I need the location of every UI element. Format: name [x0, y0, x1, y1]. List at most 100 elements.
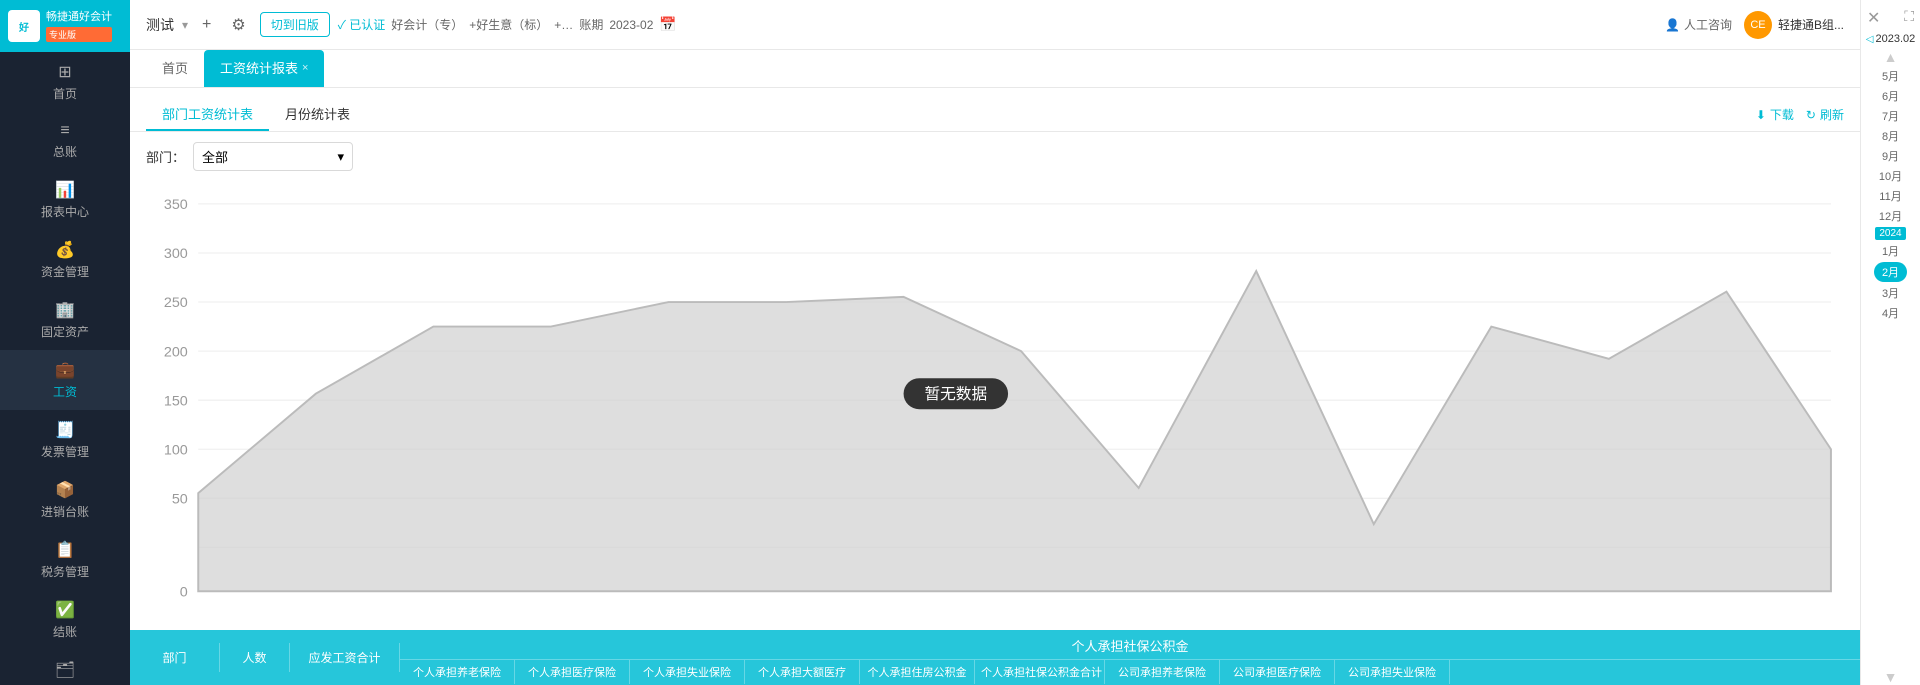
sidebar-item-settle[interactable]: ✅ 结账 [0, 590, 130, 650]
rp-month-12[interactable]: 12月 [1875, 207, 1906, 225]
sidebar-item-archive[interactable]: 🗂 归档管理 [0, 650, 130, 685]
avatar: CE [1744, 11, 1772, 39]
download-label: 下载 [1770, 106, 1794, 123]
svg-text:暂无数据: 暂无数据 [924, 385, 987, 403]
svg-text:350: 350 [164, 197, 188, 213]
rp-month-4[interactable]: 4月 [1878, 304, 1903, 322]
download-button[interactable]: ⬇ 下载 [1756, 106, 1794, 123]
th-dept: 部门 [130, 643, 220, 672]
sidebar-item-label: 固定资产 [41, 323, 89, 340]
tag-haokuaiji: 好会计（专） [391, 16, 463, 33]
svg-text:100: 100 [164, 442, 188, 458]
tax-icon: 📋 [55, 540, 75, 560]
rp-month-9[interactable]: 9月 [1878, 147, 1903, 165]
th-housing-fund: 个人承担住房公积金 [860, 660, 975, 684]
salary-chart: 350 300 250 200 150 100 50 0 暂无数据 [146, 191, 1844, 630]
logo-badge: 专业版 [46, 27, 112, 42]
salary-icon: 💼 [55, 360, 75, 380]
service-button[interactable]: 👤 人工咨询 [1665, 16, 1732, 33]
rp-month-11[interactable]: 11月 [1875, 187, 1905, 205]
period-value: 2023-02 [609, 18, 653, 32]
th-group-label: 个人承担社保公积金 [400, 632, 1860, 660]
th-personal-group: 个人承担社保公积金 个人承担养老保险 个人承担医疗保险 个人承担失业保险 个人承… [400, 632, 1860, 684]
rp-current-date: 2023.02 [1875, 33, 1915, 45]
sidebar-item-label: 资金管理 [41, 263, 89, 280]
topbar-dropdown-arrow[interactable]: ▾ [182, 18, 188, 32]
right-panel: ✕ ⛶ ◁ 2023.02 ▲ 5月 6月 7月 8月 9月 10月 11月 1… [1860, 0, 1920, 685]
rp-scroll-up[interactable]: ▲ [1884, 49, 1898, 65]
sidebar-item-funds[interactable]: 💰 资金管理 [0, 230, 130, 290]
user-name: 轻捷通B组... [1778, 16, 1844, 33]
sidebar-item-sales[interactable]: 📦 进销台账 [0, 470, 130, 530]
settings-button[interactable]: ⚙ [225, 13, 251, 37]
logo-title: 畅捷通好会计 [46, 10, 112, 24]
th-unemployment: 个人承担失业保险 [630, 660, 745, 684]
rp-month-list: 5月 6月 7月 8月 9月 10月 11月 12月 2024 1月 2月 3月… [1874, 67, 1907, 667]
topbar: 测试 ▾ + ⚙ 切到旧版 ✓ 已认证 好会计（专） +好生意（标） +… 账期… [130, 0, 1860, 50]
th-total-salary: 应发工资合计 [290, 643, 400, 672]
th-medical: 个人承担医疗保险 [515, 660, 630, 684]
sidebar-item-home[interactable]: ⊞ 首页 [0, 52, 130, 112]
sub-tabs: 部门工资统计表 月份统计表 ⬇ 下载 ↻ 刷新 [130, 88, 1860, 132]
topbar-title: 测试 [146, 15, 174, 35]
period-label: 账期 [579, 16, 603, 33]
rp-month-2-active[interactable]: 2月 [1874, 262, 1907, 282]
dept-dropdown-arrow: ▾ [337, 149, 344, 165]
th-group-children: 个人承担养老保险 个人承担医疗保险 个人承担失业保险 个人承担大额医疗 个人承担… [400, 660, 1860, 684]
sub-tab-month[interactable]: 月份统计表 [269, 98, 366, 131]
user-info: CE 轻捷通B组... [1744, 11, 1844, 39]
sidebar-item-assets[interactable]: 🏢 固定资产 [0, 290, 130, 350]
sidebar-item-tax[interactable]: 📋 税务管理 [0, 530, 130, 590]
dept-select-value: 全部 [202, 147, 228, 166]
sidebar-logo: 好 畅捷通好会计 专业版 [0, 0, 130, 52]
rp-month-3[interactable]: 3月 [1878, 284, 1903, 302]
rp-year-2024-badge: 2024 [1875, 227, 1905, 240]
topbar-right: 👤 人工咨询 CE 轻捷通B组... [1665, 11, 1844, 39]
calendar-icon[interactable]: 📅 [659, 16, 676, 33]
home-icon: ⊞ [58, 62, 71, 82]
ledger-icon: ≡ [60, 122, 69, 140]
rp-date-icon[interactable]: ◁ [1866, 34, 1874, 45]
sidebar-item-reports[interactable]: 📊 报表中心 [0, 170, 130, 230]
rp-month-5[interactable]: 5月 [1878, 67, 1903, 85]
sidebar-item-salary[interactable]: 💼 工资 [0, 350, 130, 410]
rp-close-button[interactable]: ✕ [1867, 8, 1880, 29]
rp-month-7[interactable]: 7月 [1878, 107, 1903, 125]
refresh-button[interactable]: ↻ 刷新 [1806, 106, 1844, 123]
th-company-medical: 公司承担医疗保险 [1220, 660, 1335, 684]
tab-salary-label: 工资统计报表 [220, 58, 298, 77]
sub-tab-dept[interactable]: 部门工资统计表 [146, 98, 269, 131]
tabs-bar: 首页 工资统计报表 × [130, 50, 1860, 88]
tag-more: +… [554, 18, 573, 32]
rp-top-buttons: ✕ ⛶ [1861, 8, 1920, 33]
th-company-unemployment: 公司承担失业保险 [1335, 660, 1450, 684]
switch-version-button[interactable]: 切到旧版 [260, 12, 330, 37]
sidebar-item-label: 结账 [53, 623, 77, 640]
svg-text:0: 0 [180, 584, 188, 600]
rp-month-10[interactable]: 10月 [1875, 167, 1906, 185]
sales-icon: 📦 [55, 480, 75, 500]
svg-text:50: 50 [172, 492, 188, 508]
rp-month-6[interactable]: 6月 [1878, 87, 1903, 105]
rp-scroll-down[interactable]: ▼ [1884, 669, 1898, 685]
sidebar-item-ledger[interactable]: ≡ 总账 [0, 112, 130, 170]
rp-expand-button[interactable]: ⛶ [1904, 8, 1914, 25]
sidebar-item-label: 总账 [53, 143, 77, 160]
tab-salary[interactable]: 工资统计报表 × [204, 50, 324, 87]
tab-close-icon[interactable]: × [302, 62, 308, 74]
sidebar-item-label: 报表中心 [41, 203, 89, 220]
th-pension: 个人承担养老保险 [400, 660, 515, 684]
refresh-icon: ↻ [1806, 108, 1816, 122]
add-button[interactable]: + [196, 14, 217, 36]
tab-home[interactable]: 首页 [146, 50, 204, 87]
sidebar-item-label: 税务管理 [41, 563, 89, 580]
service-label: 人工咨询 [1684, 16, 1732, 33]
sidebar-nav: ⊞ 首页 ≡ 总账 📊 报表中心 💰 资金管理 🏢 固定资产 💼 工资 🧾 发票… [0, 52, 130, 685]
sidebar-item-label: 工资 [53, 383, 77, 400]
rp-month-8[interactable]: 8月 [1878, 127, 1903, 145]
rp-month-1[interactable]: 1月 [1878, 242, 1903, 260]
dept-select[interactable]: 全部 ▾ [193, 142, 353, 171]
table-header: 部门 人数 应发工资合计 个人承担社保公积金 个人承担养老保险 个人承担医疗保险… [130, 630, 1860, 685]
sidebar-item-invoice[interactable]: 🧾 发票管理 [0, 410, 130, 470]
th-major-medical: 个人承担大额医疗 [745, 660, 860, 684]
